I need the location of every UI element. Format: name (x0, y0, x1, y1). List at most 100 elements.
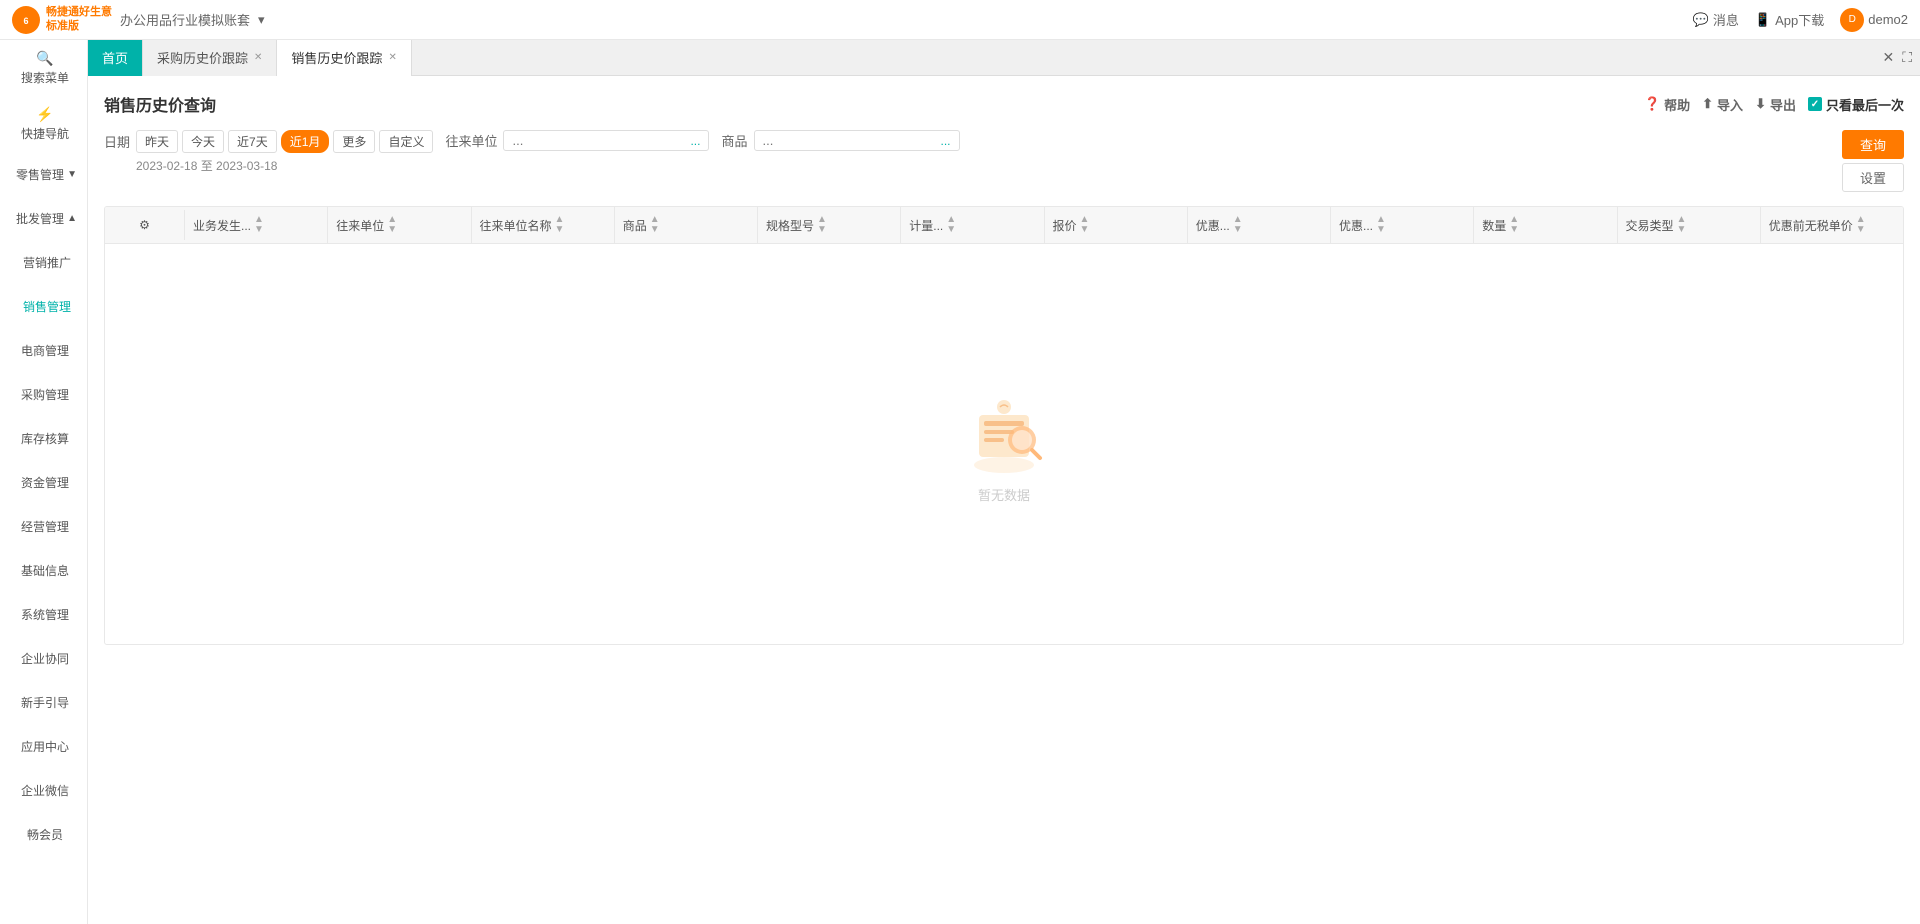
sidebar-item-inventory[interactable]: 库存核算 (0, 416, 87, 460)
sort-icon-unit: ▲▼ (946, 215, 956, 235)
th-goods[interactable]: 商品 ▲▼ (615, 207, 758, 243)
th-pretax[interactable]: 优惠前无税单价 ▲▼ (1761, 207, 1903, 243)
sidebar-item-retail[interactable]: 零售管理 ▼ (0, 152, 87, 196)
sidebar-item-operations[interactable]: 经营管理 (0, 504, 87, 548)
tab-maximize-button[interactable]: ⛶ (1902, 49, 1912, 66)
user-avatar[interactable]: D demo2 (1840, 8, 1908, 32)
export-icon: ⬇ (1755, 96, 1766, 112)
sort-icon-spec: ▲▼ (817, 215, 827, 235)
tab-bar: 首页 采购历史价跟踪 ✕ 销售历史价跟踪 ✕ ✕ ⛶ (88, 40, 1920, 76)
th-trade-type[interactable]: 交易类型 ▲▼ (1618, 207, 1761, 243)
filter-actions: 查询 设置 (1842, 130, 1904, 192)
sidebar-item-ecommerce[interactable]: 电商管理 (0, 328, 87, 372)
tab-sales-close[interactable]: ✕ (388, 52, 396, 63)
sidebar-item-purchase[interactable]: 采购管理 (0, 372, 87, 416)
sidebar-item-quicknav[interactable]: ⚡ 快捷导航 (0, 96, 87, 152)
date-label: 日期 (104, 132, 130, 151)
page-title-actions: ❓ 帮助 ⬆ 导入 ⬇ 导出 ✓ 只看最后一次 (1644, 95, 1904, 114)
sort-icon-biz-date: ▲▼ (254, 215, 264, 235)
sidebar-item-enterprise[interactable]: 企业协同 (0, 636, 87, 680)
sidebar-sub-marketing[interactable]: 营销推广 (0, 240, 87, 284)
layout: 🔍 搜索菜单 ⚡ 快捷导航 零售管理 ▼ 批发管理 ▲ 营销推广 销售管理 电商… (0, 40, 1920, 924)
import-icon: ⬆ (1702, 96, 1713, 112)
tab-close-all-button[interactable]: ✕ (1882, 49, 1894, 66)
sort-icon-qty: ▲▼ (1509, 215, 1519, 235)
th-partner-name[interactable]: 往来单位名称 ▲▼ (472, 207, 615, 243)
sidebar-item-member[interactable]: 畅会员 (0, 812, 87, 856)
main-area: 首页 采购历史价跟踪 ✕ 销售历史价跟踪 ✕ ✕ ⛶ 销售历史价查询 (88, 40, 1920, 924)
setting-button[interactable]: 设置 (1842, 163, 1904, 192)
query-button[interactable]: 查询 (1842, 130, 1904, 159)
date-range-text: 2023-02-18 至 2023-03-18 (136, 159, 277, 173)
filter-area: 日期 昨天 今天 近7天 近1月 更多 自定义 2023-02-18 (104, 130, 1904, 192)
tab-home[interactable]: 首页 (88, 40, 143, 76)
th-discount2[interactable]: 优惠... ▲▼ (1331, 207, 1474, 243)
date-btn-7days[interactable]: 近7天 (228, 130, 277, 153)
gear-icon: ⚙ (139, 218, 150, 232)
partner-input[interactable] (512, 133, 688, 148)
th-gear[interactable]: ⚙ (105, 210, 185, 240)
sidebar-item-appcenter[interactable]: 应用中心 (0, 724, 87, 768)
page-title-row: 销售历史价查询 ❓ 帮助 ⬆ 导入 ⬇ 导出 ✓ (104, 92, 1904, 116)
sidebar-item-system[interactable]: 系统管理 (0, 592, 87, 636)
th-partner-code[interactable]: 往来单位 ▲▼ (328, 207, 471, 243)
sort-icon-goods: ▲▼ (650, 215, 660, 235)
partner-label: 往来单位 (445, 131, 497, 150)
th-quote[interactable]: 报价 ▲▼ (1045, 207, 1188, 243)
import-button[interactable]: ⬆ 导入 (1702, 95, 1743, 114)
date-btn-today[interactable]: 今天 (182, 130, 224, 153)
svg-text:6: 6 (23, 16, 28, 26)
goods-input-wrap: ... (754, 130, 960, 151)
th-qty[interactable]: 数量 ▲▼ (1474, 207, 1617, 243)
table-empty-state: 暂无数据 (105, 244, 1903, 644)
chevron-up-icon: ▲ (67, 213, 77, 224)
date-btn-more[interactable]: 更多 (333, 130, 375, 153)
logo-area: 6 畅捷通好生意 标准版 (12, 6, 112, 34)
checkbox-icon: ✓ (1808, 97, 1822, 111)
sidebar-item-basic[interactable]: 基础信息 (0, 548, 87, 592)
date-btn-yesterday[interactable]: 昨天 (136, 130, 178, 153)
dropdown-chevron[interactable]: ▾ (258, 12, 265, 28)
top-bar: 6 畅捷通好生意 标准版 办公用品行业模拟账套 ▾ 💬 消息 📱 App下载 D… (0, 0, 1920, 40)
message-icon: 💬 (1693, 12, 1709, 28)
top-bar-right: 💬 消息 📱 App下载 D demo2 (1693, 8, 1908, 32)
tab-purchase-close[interactable]: ✕ (254, 52, 262, 63)
date-btn-custom[interactable]: 自定义 (379, 130, 433, 153)
chevron-down-icon: ▼ (67, 169, 77, 180)
date-buttons: 昨天 今天 近7天 近1月 更多 自定义 (136, 130, 433, 153)
sort-icon-trade: ▲▼ (1677, 215, 1687, 235)
sidebar-item-wechat[interactable]: 企业微信 (0, 768, 87, 812)
th-discount1[interactable]: 优惠... ▲▼ (1188, 207, 1331, 243)
sidebar-sub-sales[interactable]: 销售管理 (0, 284, 87, 328)
sidebar-item-wholesale[interactable]: 批发管理 ▲ (0, 196, 87, 240)
app-icon: 📱 (1755, 12, 1771, 28)
th-spec[interactable]: 规格型号 ▲▼ (758, 207, 901, 243)
export-button[interactable]: ⬇ 导出 (1755, 95, 1796, 114)
partner-more[interactable]: ... (690, 134, 700, 148)
th-biz-date[interactable]: 业务发生... ▲▼ (185, 207, 328, 243)
sort-icon-discount1: ▲▼ (1233, 215, 1243, 235)
goods-input[interactable] (763, 133, 939, 148)
empty-text: 暂无数据 (978, 485, 1030, 504)
sort-icon-quote: ▲▼ (1080, 215, 1090, 235)
only-last-checkbox[interactable]: ✓ 只看最后一次 (1808, 95, 1904, 114)
sort-icon-pretax: ▲▼ (1856, 215, 1866, 235)
top-bar-title: 办公用品行业模拟账套 (120, 10, 250, 29)
sidebar-item-search[interactable]: 🔍 搜索菜单 (0, 40, 87, 96)
quicknav-icon: ⚡ (36, 106, 53, 123)
th-unit[interactable]: 计量... ▲▼ (901, 207, 1044, 243)
data-table: ⚙ 业务发生... ▲▼ 往来单位 ▲▼ 往来单位名称 ▲▼ (104, 206, 1904, 645)
partner-filter: 往来单位 ... (445, 130, 709, 151)
tab-purchase[interactable]: 采购历史价跟踪 ✕ (143, 40, 277, 76)
sidebar-item-guide[interactable]: 新手引导 (0, 680, 87, 724)
date-btn-1month[interactable]: 近1月 (281, 130, 330, 153)
logo-icon: 6 (12, 6, 40, 34)
sidebar-item-finance[interactable]: 资金管理 (0, 460, 87, 504)
help-button[interactable]: ❓ 帮助 (1644, 95, 1690, 114)
app-download-button[interactable]: 📱 App下载 (1755, 10, 1824, 29)
help-icon: ❓ (1644, 96, 1660, 112)
goods-more[interactable]: ... (941, 134, 951, 148)
page-title: 销售历史价查询 (104, 92, 216, 116)
message-button[interactable]: 💬 消息 (1693, 10, 1739, 29)
tab-sales[interactable]: 销售历史价跟踪 ✕ (277, 40, 411, 76)
